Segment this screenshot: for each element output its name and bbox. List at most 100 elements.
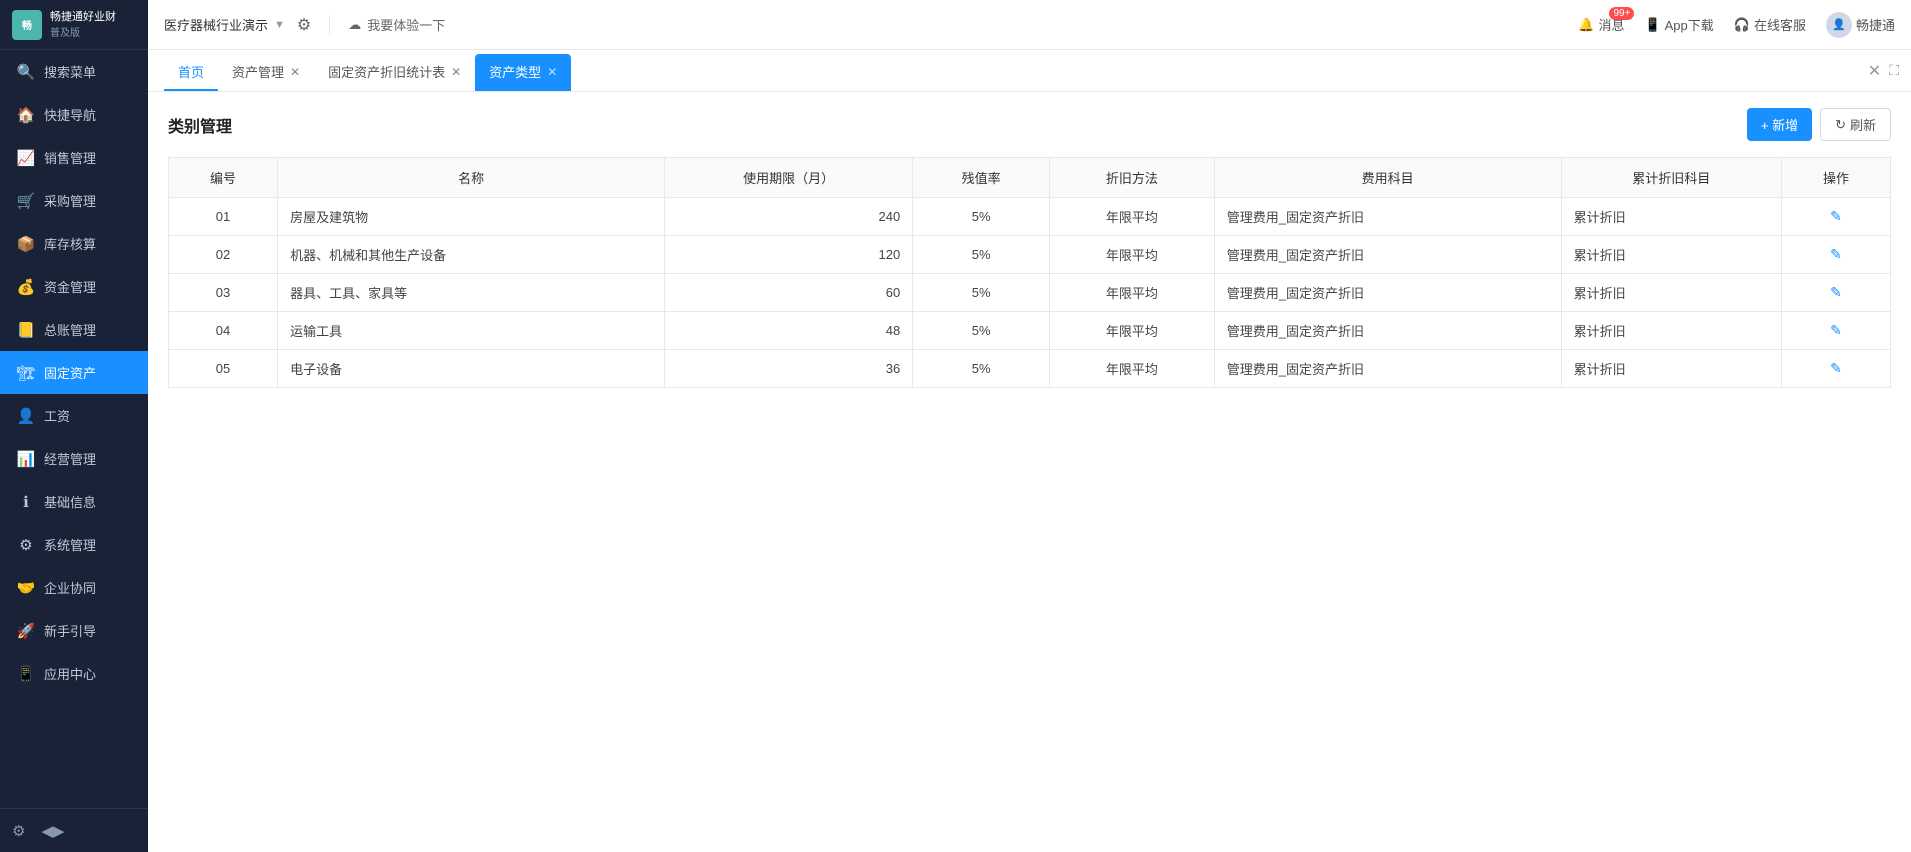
col-header-residual: 残值率 — [913, 158, 1050, 198]
topbar: 医疗器械行业演示 ▼ ⚙ ☁ 我要体验一下 🔔 消息 99+ 📱 App下载 🎧… — [148, 0, 1911, 50]
cell-name: 机器、机械和其他生产设备 — [278, 236, 665, 274]
cell-expense: 管理费用_固定资产折旧 — [1214, 236, 1561, 274]
cell-action: ✎ — [1781, 198, 1890, 236]
topbar-divider — [329, 15, 330, 35]
tab-fixed-asset-depreciation[interactable]: 固定资产折旧统计表 ✕ — [314, 54, 475, 91]
cell-residual: 5% — [913, 350, 1050, 388]
sidebar-item-fund[interactable]: 💰 资金管理 — [0, 265, 148, 308]
sidebar-bottom: ⚙ ◀▶ — [0, 808, 148, 852]
tab-asset-mgmt[interactable]: 资产管理 ✕ — [218, 54, 314, 91]
sidebar-item-inventory[interactable]: 📦 库存核算 — [0, 222, 148, 265]
edit-icon[interactable]: ✎ — [1830, 360, 1842, 376]
bell-icon: 🔔 — [1578, 17, 1594, 33]
sidebar-nav: 🔍 搜索菜单 🏠 快捷导航 📈 销售管理 🛒 采购管理 📦 库存核算 💰 资金管… — [0, 50, 148, 808]
gear-icon[interactable]: ⚙ — [297, 15, 311, 35]
window-controls: ✕ ⛶ — [1856, 50, 1911, 92]
col-header-months: 使用期限（月） — [665, 158, 913, 198]
edit-icon[interactable]: ✎ — [1830, 284, 1842, 300]
tab-close-depreciation[interactable]: ✕ — [451, 65, 461, 79]
table-row: 04 运输工具 48 5% 年限平均 管理费用_固定资产折旧 累计折旧 ✎ — [169, 312, 1891, 350]
experience-btn[interactable]: ☁ 我要体验一下 — [348, 15, 445, 34]
refresh-icon: ↻ — [1835, 117, 1846, 133]
cell-residual: 5% — [913, 236, 1050, 274]
chevron-down-icon: ▼ — [274, 19, 285, 31]
app-download-btn[interactable]: 📱 App下载 — [1644, 15, 1713, 34]
refresh-btn[interactable]: ↻ 刷新 — [1820, 108, 1891, 141]
company-dropdown[interactable]: 医疗器械行业演示 ▼ — [164, 15, 285, 34]
cell-method: 年限平均 — [1050, 274, 1215, 312]
col-header-action: 操作 — [1781, 158, 1890, 198]
window-maximize-icon[interactable]: ⛶ — [1889, 62, 1899, 79]
edit-icon[interactable]: ✎ — [1830, 246, 1842, 262]
cell-expense: 管理费用_固定资产折旧 — [1214, 350, 1561, 388]
cell-accumulated: 累计折旧 — [1561, 274, 1781, 312]
sidebar-item-purchase[interactable]: 🛒 采购管理 — [0, 179, 148, 222]
user-menu[interactable]: 👤 畅捷通 — [1826, 12, 1895, 38]
cell-months: 120 — [665, 236, 913, 274]
tab-close-asset-type[interactable]: ✕ — [547, 65, 557, 79]
sidebar-item-ledger[interactable]: 📒 总账管理 — [0, 308, 148, 351]
cell-name: 运输工具 — [278, 312, 665, 350]
customer-service-btn[interactable]: 🎧 在线客服 — [1734, 15, 1806, 34]
sidebar-item-business[interactable]: 📊 经营管理 — [0, 437, 148, 480]
sidebar-item-system[interactable]: ⚙ 系统管理 — [0, 523, 148, 566]
edit-icon[interactable]: ✎ — [1830, 208, 1842, 224]
page-content: 类别管理 + 新增 ↻ 刷新 编号 名称 使用期限（月） 残值率 折旧方法 费用… — [148, 92, 1911, 852]
base-info-icon: ℹ — [16, 493, 36, 511]
fund-icon: 💰 — [16, 278, 36, 296]
sales-icon: 📈 — [16, 149, 36, 167]
tabbar-wrapper: 首页 资产管理 ✕ 固定资产折旧统计表 ✕ 资产类型 ✕ ✕ ⛶ — [148, 50, 1911, 92]
category-table: 编号 名称 使用期限（月） 残值率 折旧方法 费用科目 累计折旧科目 操作 01… — [168, 157, 1891, 388]
cell-code: 05 — [169, 350, 278, 388]
sidebar-item-search[interactable]: 🔍 搜索菜单 — [0, 50, 148, 93]
table-row: 01 房屋及建筑物 240 5% 年限平均 管理费用_固定资产折旧 累计折旧 ✎ — [169, 198, 1891, 236]
edit-icon[interactable]: ✎ — [1830, 322, 1842, 338]
tab-asset-type[interactable]: 资产类型 ✕ — [475, 54, 571, 91]
sidebar-item-sales[interactable]: 📈 销售管理 — [0, 136, 148, 179]
mobile-icon: 📱 — [1644, 17, 1660, 33]
table-header-row: 编号 名称 使用期限（月） 残值率 折旧方法 费用科目 累计折旧科目 操作 — [169, 158, 1891, 198]
fixed-asset-icon: 🏗 — [16, 364, 36, 382]
cell-name: 房屋及建筑物 — [278, 198, 665, 236]
app-logo-icon: 畅 — [12, 10, 42, 40]
cell-months: 48 — [665, 312, 913, 350]
sidebar-item-quick-nav[interactable]: 🏠 快捷导航 — [0, 93, 148, 136]
tab-close-asset-mgmt[interactable]: ✕ — [290, 65, 300, 79]
sidebar-item-fixed-asset[interactable]: 🏗 固定资产 — [0, 351, 148, 394]
cell-accumulated: 累计折旧 — [1561, 312, 1781, 350]
cell-name: 器具、工具、家具等 — [278, 274, 665, 312]
collapse-icon[interactable]: ◀▶ — [41, 822, 64, 840]
cell-expense: 管理费用_固定资产折旧 — [1214, 198, 1561, 236]
cell-accumulated: 累计折旧 — [1561, 198, 1781, 236]
cell-months: 36 — [665, 350, 913, 388]
sidebar-item-payroll[interactable]: 👤 工资 — [0, 394, 148, 437]
notification-btn[interactable]: 🔔 消息 99+ — [1578, 15, 1624, 34]
sidebar-item-base-info[interactable]: ℹ 基础信息 — [0, 480, 148, 523]
col-header-code: 编号 — [169, 158, 278, 198]
app-logo-text: 畅捷通好业财 普及版 — [50, 10, 116, 39]
tab-home[interactable]: 首页 — [164, 54, 218, 91]
page-action-buttons: + 新增 ↻ 刷新 — [1747, 108, 1891, 141]
cell-expense: 管理费用_固定资产折旧 — [1214, 312, 1561, 350]
app-center-icon: 📱 — [16, 665, 36, 683]
sidebar-item-cooperation[interactable]: 🤝 企业协同 — [0, 566, 148, 609]
cell-method: 年限平均 — [1050, 350, 1215, 388]
cell-action: ✎ — [1781, 350, 1890, 388]
settings-icon[interactable]: ⚙ — [12, 822, 25, 840]
page-header: 类别管理 + 新增 ↻ 刷新 — [168, 108, 1891, 141]
new-btn[interactable]: + 新增 — [1747, 108, 1812, 141]
cell-residual: 5% — [913, 312, 1050, 350]
table-row: 03 器具、工具、家具等 60 5% 年限平均 管理费用_固定资产折旧 累计折旧… — [169, 274, 1891, 312]
window-close-icon[interactable]: ✕ — [1868, 61, 1881, 81]
purchase-icon: 🛒 — [16, 192, 36, 210]
sidebar-item-guide[interactable]: 🚀 新手引导 — [0, 609, 148, 652]
ledger-icon: 📒 — [16, 321, 36, 339]
col-header-method: 折旧方法 — [1050, 158, 1215, 198]
sidebar-item-app-center[interactable]: 📱 应用中心 — [0, 652, 148, 695]
payroll-icon: 👤 — [16, 407, 36, 425]
page-title: 类别管理 — [168, 113, 232, 137]
cell-code: 04 — [169, 312, 278, 350]
cell-code: 02 — [169, 236, 278, 274]
guide-icon: 🚀 — [16, 622, 36, 640]
cloud-icon: ☁ — [348, 17, 361, 33]
